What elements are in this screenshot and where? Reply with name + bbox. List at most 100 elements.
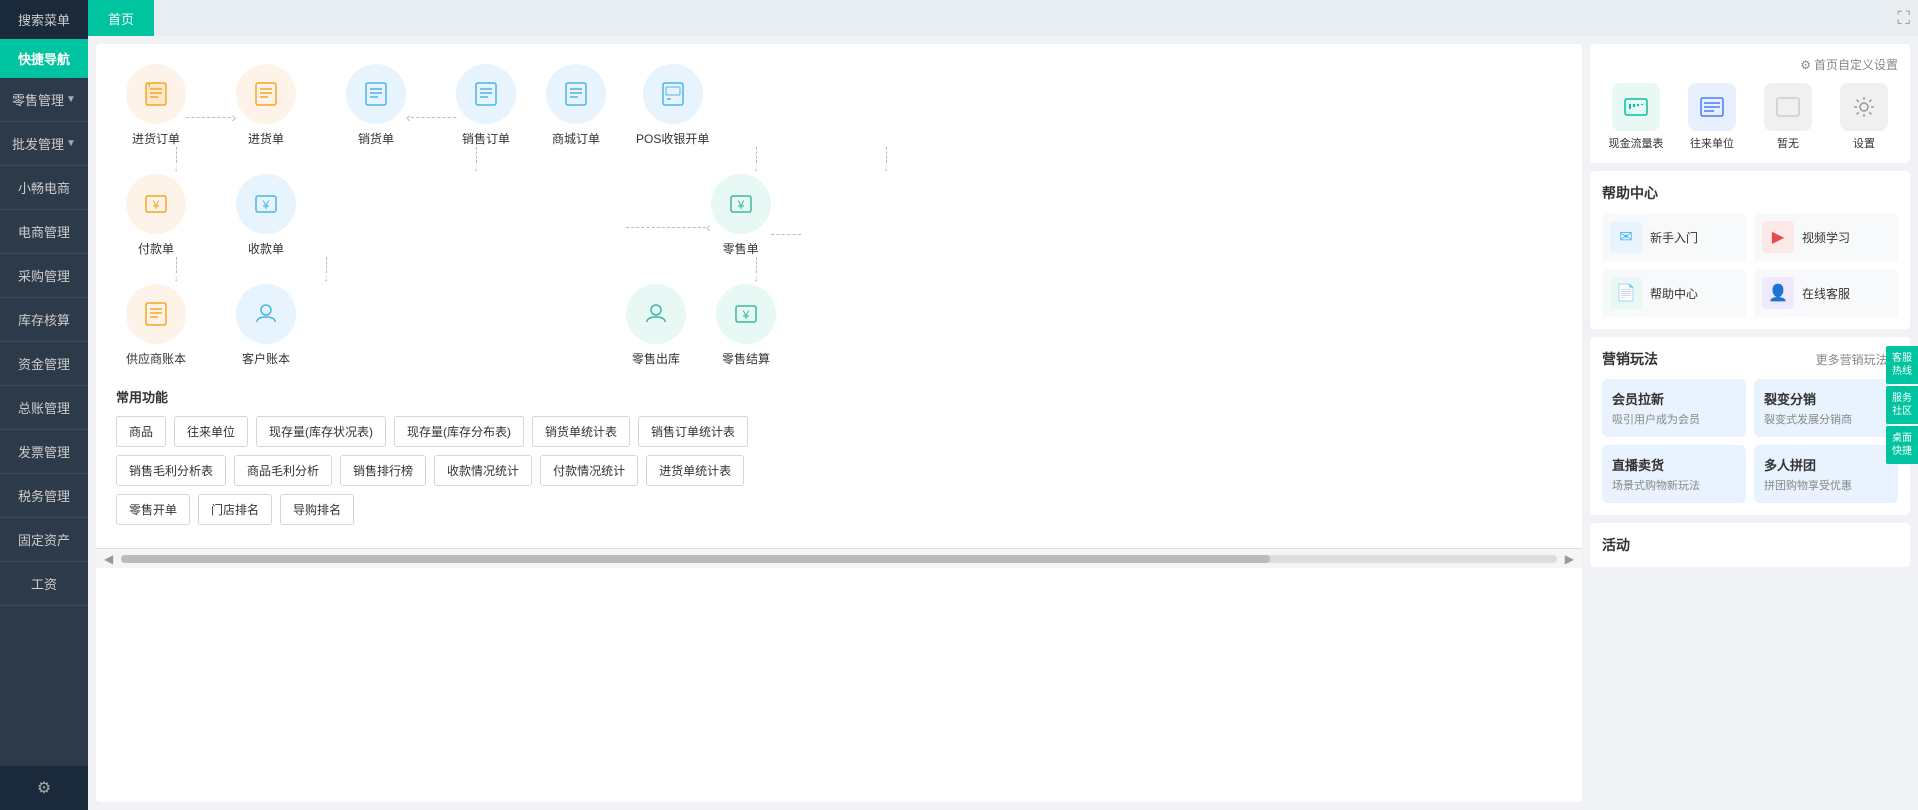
gear-icon: ⚙ xyxy=(1800,58,1811,72)
flow-node-receipt[interactable]: ¥ 收款单 xyxy=(236,174,296,257)
quick-icon-none[interactable]: 暂无 xyxy=(1754,83,1822,151)
func-btn-sale-order-stat[interactable]: 销售订单统计表 xyxy=(638,416,748,447)
help-item-help[interactable]: 📄 帮助中心 xyxy=(1602,269,1746,317)
customer-account-icon xyxy=(236,284,296,344)
sidebar-item-ledger[interactable]: 总账管理 xyxy=(0,386,88,430)
float-btn-desktop[interactable]: 桌面快捷 xyxy=(1886,426,1918,464)
flow-node-customer-account[interactable]: 客户账本 xyxy=(236,284,296,367)
quick-nav-section: ⚙ 首页自定义设置 现金流量表 往来单位 xyxy=(1590,44,1910,163)
flow-diagram: 进货订单 › 进货单 xyxy=(96,44,1582,377)
flow-node-sale[interactable]: 销货单 xyxy=(346,64,406,147)
func-btn-retail-order[interactable]: 零售开单 xyxy=(116,494,190,525)
sidebar-item-assets[interactable]: 固定资产 xyxy=(0,518,88,562)
marketing-item-live[interactable]: 直播卖货 场景式购物新玩法 xyxy=(1602,445,1746,503)
help-item-video[interactable]: ▶ 视频学习 xyxy=(1754,213,1898,261)
marketing-item-member[interactable]: 会员拉新 吸引用户成为会员 xyxy=(1602,379,1746,437)
settings-label: 设置 xyxy=(1853,135,1875,151)
tab-home[interactable]: 首页 xyxy=(88,0,154,36)
activity-section: 活动 xyxy=(1590,523,1910,567)
mall-order-icon xyxy=(546,64,606,124)
chevron-down-icon: ▼ xyxy=(66,94,76,105)
help-item-beginner[interactable]: ✉ 新手入门 xyxy=(1602,213,1746,261)
left-panel: 进货订单 › 进货单 xyxy=(96,44,1582,802)
scroll-track[interactable] xyxy=(121,555,1557,563)
flow-node-retail-settle[interactable]: ¥ 零售结算 xyxy=(716,284,776,367)
sidebar-item-retail[interactable]: 零售管理 ▼ xyxy=(0,78,88,122)
svg-text:¥: ¥ xyxy=(262,198,270,212)
sidebar-item-invoice[interactable]: 发票管理 xyxy=(0,430,88,474)
flow-node-sale-order[interactable]: 销售订单 xyxy=(456,64,516,147)
marketing-grid: 会员拉新 吸引用户成为会员 裂变分销 裂变式发展分销商 直播卖货 场景式购物新玩… xyxy=(1602,379,1898,503)
marketing-section: 营销玩法 更多营销玩法 > 会员拉新 吸引用户成为会员 裂变分销 裂变式发展分销… xyxy=(1590,337,1910,515)
sidebar-item-ecommerce-manage[interactable]: 电商管理 xyxy=(0,210,88,254)
flow-node-supplier-account[interactable]: 供应商账本 xyxy=(126,284,186,367)
float-btn-hotline[interactable]: 客服热线 xyxy=(1886,346,1918,384)
video-icon: ▶ xyxy=(1762,221,1794,253)
service-icon: 👤 xyxy=(1762,277,1794,309)
func-btn-sale-stat[interactable]: 销货单统计表 xyxy=(532,416,630,447)
content-area: 进货订单 › 进货单 xyxy=(88,36,1918,810)
svg-text:¥: ¥ xyxy=(736,198,744,212)
help-section: 帮助中心 ✉ 新手入门 ▶ 视频学习 📄 帮助中心 👤 xyxy=(1590,171,1910,329)
marketing-item-group[interactable]: 多人拼团 拼团购物享受优惠 xyxy=(1754,445,1898,503)
float-btn-community[interactable]: 服务社区 xyxy=(1886,386,1918,424)
sidebar-settings[interactable]: ⚙ xyxy=(0,766,88,810)
fullscreen-button[interactable]: ⛶ xyxy=(1897,8,1918,29)
func-row-1: 商品 往来单位 现存量(库存状况表) 现存量(库存分布表) 销货单统计表 销售订… xyxy=(116,416,1562,447)
common-functions: 常用功能 商品 往来单位 现存量(库存状况表) 现存量(库存分布表) 销货单统计… xyxy=(96,377,1582,548)
marketing-title: 营销玩法 xyxy=(1602,349,1658,369)
func-btn-sale-profit[interactable]: 销售毛利分析表 xyxy=(116,455,226,486)
marketing-item-fission[interactable]: 裂变分销 裂变式发展分销商 xyxy=(1754,379,1898,437)
flow-node-pos[interactable]: POS收银开单 xyxy=(636,64,709,147)
receipt-icon: ¥ xyxy=(236,174,296,234)
sidebar-item-finance[interactable]: 资金管理 xyxy=(0,342,88,386)
flow-node-retail-out[interactable]: 零售出库 xyxy=(626,284,686,367)
main-area: 首页 ⛶ 进货订单 › xyxy=(88,0,1918,810)
right-panel: ⚙ 首页自定义设置 现金流量表 往来单位 xyxy=(1590,44,1910,802)
sidebar-item-ecommerce-small[interactable]: 小畅电商 xyxy=(0,166,88,210)
flow-node-retail[interactable]: ¥ 零售单 xyxy=(711,174,771,257)
none-label: 暂无 xyxy=(1777,135,1799,151)
help-grid: ✉ 新手入门 ▶ 视频学习 📄 帮助中心 👤 在线客服 xyxy=(1602,213,1898,317)
sidebar-item-wholesale[interactable]: 批发管理 ▼ xyxy=(0,122,88,166)
func-btn-goods-profit[interactable]: 商品毛利分析 xyxy=(234,455,332,486)
func-btn-partners[interactable]: 往来单位 xyxy=(174,416,248,447)
none-icon xyxy=(1764,83,1812,131)
side-float-buttons: 客服热线 服务社区 桌面快捷 xyxy=(1886,346,1918,464)
flow-node-mall-order[interactable]: 商城订单 xyxy=(546,64,606,147)
svg-text:¥: ¥ xyxy=(742,308,750,322)
scroll-thumb[interactable] xyxy=(121,555,1269,563)
func-btn-stock-status[interactable]: 现存量(库存状况表) xyxy=(256,416,386,447)
chevron-down-icon: ▼ xyxy=(66,138,76,149)
flow-node-purchase[interactable]: 进货单 xyxy=(236,64,296,147)
func-btn-store-rank[interactable]: 门店排名 xyxy=(198,494,272,525)
flow-node-payment[interactable]: ¥ 付款单 xyxy=(126,174,186,257)
sidebar-item-purchase[interactable]: 采购管理 xyxy=(0,254,88,298)
cashflow-label: 现金流量表 xyxy=(1609,135,1664,151)
horizontal-scrollbar[interactable]: ◀ ▶ xyxy=(96,548,1582,568)
scroll-left-button[interactable]: ◀ xyxy=(104,552,113,566)
sidebar-search[interactable]: 搜索菜单 xyxy=(0,0,88,39)
scroll-right-button[interactable]: ▶ xyxy=(1565,552,1574,566)
func-btn-receipt-stat[interactable]: 收款情况统计 xyxy=(434,455,532,486)
beginner-icon: ✉ xyxy=(1610,221,1642,253)
func-btn-stock-dist[interactable]: 现存量(库存分布表) xyxy=(394,416,524,447)
func-btn-guide-rank[interactable]: 导购排名 xyxy=(280,494,354,525)
quick-icon-cashflow[interactable]: 现金流量表 xyxy=(1602,83,1670,151)
sidebar-item-salary[interactable]: 工资 xyxy=(0,562,88,606)
customize-link[interactable]: ⚙ 首页自定义设置 xyxy=(1800,56,1898,73)
quick-icon-partners[interactable]: 往来单位 xyxy=(1678,83,1746,151)
common-funcs-title: 常用功能 xyxy=(116,387,1562,406)
quick-icon-settings[interactable]: 设置 xyxy=(1830,83,1898,151)
func-btn-sale-rank[interactable]: 销售排行榜 xyxy=(340,455,426,486)
func-row-3: 零售开单 门店排名 导购排名 xyxy=(116,494,1562,525)
partners-label: 往来单位 xyxy=(1690,135,1734,151)
sidebar-item-tax[interactable]: 税务管理 xyxy=(0,474,88,518)
help-item-service[interactable]: 👤 在线客服 xyxy=(1754,269,1898,317)
func-btn-payment-stat[interactable]: 付款情况统计 xyxy=(540,455,638,486)
flow-node-purchase-order[interactable]: 进货订单 xyxy=(126,64,186,147)
func-btn-goods[interactable]: 商品 xyxy=(116,416,166,447)
sidebar-item-inventory[interactable]: 库存核算 xyxy=(0,298,88,342)
sale-order-icon xyxy=(456,64,516,124)
func-btn-purchase-stat[interactable]: 进货单统计表 xyxy=(646,455,744,486)
